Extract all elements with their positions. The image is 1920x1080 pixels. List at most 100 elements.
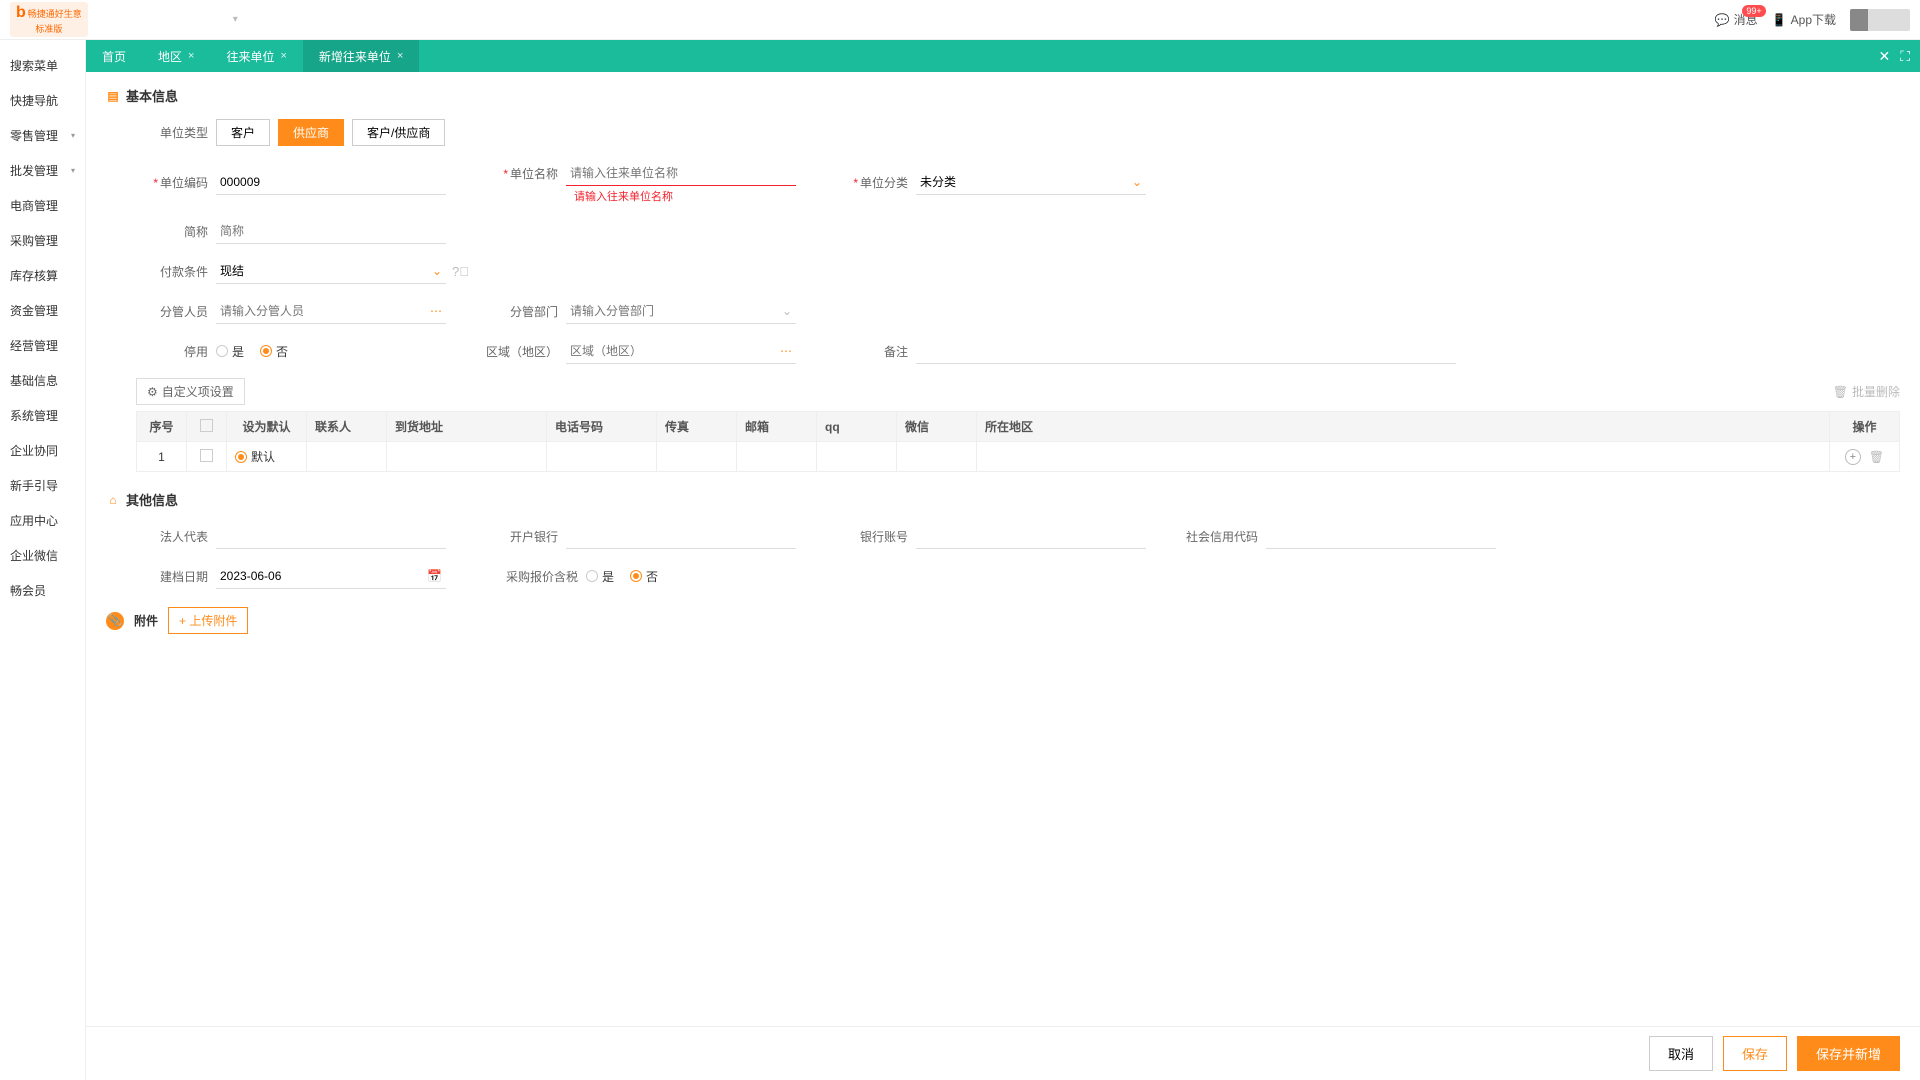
tax-incl-field: 采购报价含税 是 否 (486, 563, 786, 589)
sidebar-item[interactable]: 搜索菜单 (0, 48, 85, 83)
save-and-new-button[interactable]: 保存并新增 (1797, 1036, 1900, 1071)
disabled-radio-no[interactable]: 否 (260, 343, 288, 360)
short-name-field: 简称 (136, 218, 446, 244)
section-title-basic: ▤ 基本信息 (106, 86, 1900, 105)
basic-info-section: ▤ 基本信息 单位类型 客户供应商客户/供应商 *单位编码 (106, 86, 1900, 472)
region-input[interactable] (566, 338, 796, 364)
add-row-button[interactable]: + (1845, 449, 1861, 465)
form-footer: 取消 保存 保存并新增 (86, 1026, 1920, 1080)
unit-category-select[interactable] (916, 169, 1146, 195)
short-name-input[interactable] (216, 218, 446, 244)
tab[interactable]: 新增往来单位× (303, 40, 419, 72)
calendar-icon[interactable]: 📅 (427, 569, 442, 583)
sidebar-item[interactable]: 企业微信 (0, 538, 85, 573)
delete-row-button[interactable]: 🗑 (1869, 450, 1884, 464)
sidebar-item[interactable]: 经营管理 (0, 328, 85, 363)
fullscreen-button[interactable]: ⛶ (1900, 48, 1910, 65)
sidebar-item[interactable]: 新手引导 (0, 468, 85, 503)
dept-field: 分管部门 ⌄ (486, 298, 796, 324)
address-cell[interactable] (387, 442, 547, 472)
download-label: App下载 (1791, 11, 1836, 28)
unit-type-option[interactable]: 客户 (216, 119, 270, 146)
tab[interactable]: 地区× (142, 40, 210, 72)
unit-category-label: *单位分类 (836, 174, 916, 191)
chevron-down-icon[interactable]: ⌄ (782, 304, 792, 318)
sidebar-item[interactable]: 采购管理 (0, 223, 85, 258)
unit-code-input[interactable] (216, 169, 446, 195)
sidebar-item[interactable]: 电商管理 (0, 188, 85, 223)
dept-select[interactable] (566, 298, 796, 324)
section-title-text: 其他信息 (126, 490, 178, 509)
checkbox[interactable] (200, 419, 213, 432)
unit-type-option[interactable]: 客户/供应商 (352, 119, 445, 146)
sidebar-item[interactable]: 畅会员 (0, 573, 85, 608)
app-download-button[interactable]: 📱 App下载 (1772, 11, 1836, 28)
close-all-tabs-button[interactable]: ✕ (1878, 48, 1890, 65)
form-page: ▤ 基本信息 单位类型 客户供应商客户/供应商 *单位编码 (86, 72, 1920, 1080)
messages-badge: 99+ (1742, 5, 1765, 17)
unit-name-label: *单位名称 (486, 165, 566, 182)
email-cell[interactable] (737, 442, 817, 472)
checkbox[interactable] (200, 449, 213, 462)
sidebar-item[interactable]: 系统管理 (0, 398, 85, 433)
sidebar-item[interactable]: 库存核算 (0, 258, 85, 293)
table-header: 所在地区 (977, 412, 1830, 442)
sidebar-item[interactable]: 资金管理 (0, 293, 85, 328)
chevron-down-icon: ▾ (233, 14, 238, 25)
create-date-input[interactable] (216, 563, 446, 589)
batch-delete-link[interactable]: 🗑 批量删除 (1833, 383, 1900, 400)
unit-type-option[interactable]: 供应商 (278, 119, 344, 146)
default-radio[interactable]: 默认 (235, 448, 298, 465)
messages-button[interactable]: 💬 消息 99+ (1715, 11, 1758, 28)
help-icon[interactable]: ?⃝ (452, 264, 469, 279)
wechat-cell[interactable] (897, 442, 977, 472)
manager-input[interactable] (216, 298, 446, 324)
create-date-label: 建档日期 (136, 568, 216, 585)
logo: b 畅捷通好生意 标准版 (10, 2, 88, 37)
unit-name-error: 请输入往来单位名称 (574, 188, 673, 204)
phone-cell[interactable] (547, 442, 657, 472)
bank-input[interactable] (566, 523, 796, 549)
tab[interactable]: 首页 (86, 40, 142, 72)
custom-fields-button[interactable]: ⚙ 自定义项设置 (136, 378, 245, 405)
tax-incl-radio-yes[interactable]: 是 (586, 568, 614, 585)
sidebar-item[interactable]: 批发管理▾ (0, 153, 85, 188)
bank-acct-label: 银行账号 (836, 528, 916, 545)
close-icon[interactable]: × (280, 50, 286, 62)
fax-cell[interactable] (657, 442, 737, 472)
tab[interactable]: 往来单位× (210, 40, 302, 72)
pay-terms-select[interactable] (216, 258, 446, 284)
org-dropdown[interactable]: ▾ (96, 10, 246, 30)
region-cell[interactable] (977, 442, 1830, 472)
credit-code-input[interactable] (1266, 523, 1496, 549)
legal-rep-input[interactable] (216, 523, 446, 549)
sidebar-item[interactable]: 快捷导航 (0, 83, 85, 118)
disabled-radio-yes[interactable]: 是 (216, 343, 244, 360)
unit-code-field: *单位编码 (136, 160, 446, 204)
upload-attachment-button[interactable]: + 上传附件 (168, 607, 248, 634)
sidebar-item[interactable]: 零售管理▾ (0, 118, 85, 153)
sidebar-item[interactable]: 企业协同 (0, 433, 85, 468)
chevron-down-icon[interactable]: ⌄ (1132, 175, 1142, 189)
unit-name-input[interactable] (566, 160, 796, 186)
avatar[interactable] (1850, 9, 1910, 31)
table-header (187, 412, 227, 442)
close-icon[interactable]: × (188, 50, 194, 62)
credit-code-label: 社会信用代码 (1186, 528, 1266, 545)
more-icon[interactable]: ⋯ (780, 344, 792, 358)
contact-cell[interactable] (307, 442, 387, 472)
dept-label: 分管部门 (486, 303, 566, 320)
other-info-section: ⌂ 其他信息 法人代表 开户银行 银行账号 (106, 490, 1900, 589)
bank-acct-input[interactable] (916, 523, 1146, 549)
cancel-button[interactable]: 取消 (1649, 1036, 1713, 1071)
sidebar-item[interactable]: 基础信息 (0, 363, 85, 398)
qq-cell[interactable] (817, 442, 897, 472)
legal-rep-field: 法人代表 (136, 523, 446, 549)
save-button[interactable]: 保存 (1723, 1036, 1787, 1071)
close-icon[interactable]: × (397, 50, 403, 62)
chevron-down-icon[interactable]: ⌄ (432, 264, 442, 278)
more-icon[interactable]: ⋯ (430, 304, 442, 318)
sidebar-item[interactable]: 应用中心 (0, 503, 85, 538)
tax-incl-radio-no[interactable]: 否 (630, 568, 658, 585)
remark-input[interactable] (916, 338, 1456, 364)
